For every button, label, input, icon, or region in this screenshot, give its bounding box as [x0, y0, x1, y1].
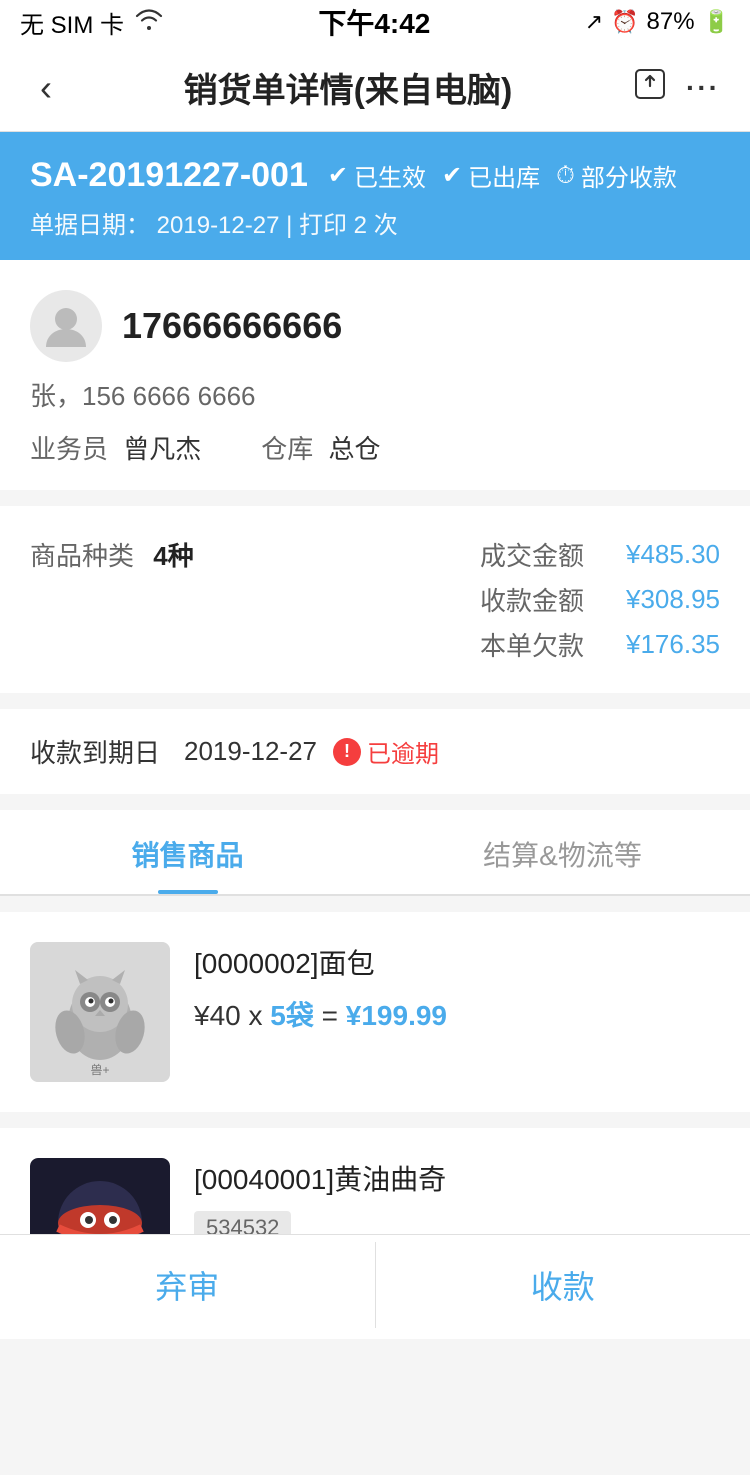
status-bar: 无 SIM 卡 下午4:42 ↗ ⏰ 87% 🔋 [0, 0, 750, 44]
badge-shipped: ✔ 已出库 [442, 158, 540, 193]
overdue-badge: ! 已逾期 [333, 734, 439, 769]
order-id: SA-20191227-001 [30, 156, 308, 195]
product-price-1: ¥40 x 5袋 = ¥199.99 [194, 994, 720, 1034]
bottom-spacer [0, 1355, 750, 1475]
stats-right: 成交金额 ¥485.30 收款金额 ¥308.95 本单欠款 ¥176.35 [480, 536, 720, 663]
customer-name-phone: 张，156 6666 6666 [30, 376, 720, 413]
price-x-1: x [249, 1000, 271, 1031]
product-name-2: [00040001]黄油曲奇 [194, 1158, 720, 1198]
tab-products[interactable]: 销售商品 [0, 810, 375, 894]
type-label: 商品种类 [30, 541, 134, 571]
battery-icon: 🔋 [703, 9, 730, 35]
share-button[interactable] [634, 68, 666, 108]
price-total-1: ¥199.99 [346, 1000, 447, 1031]
tab-settlement[interactable]: 结算&物流等 [375, 810, 750, 894]
stats-left: 商品种类 4种 [30, 536, 194, 573]
battery-label: 87% [647, 8, 695, 36]
more-button[interactable]: ··· [686, 72, 720, 104]
nav-bar: ‹ 销货单详情(来自电脑) ··· [0, 44, 750, 132]
date-value: 2019-12-27 [157, 212, 280, 239]
amount-label: 成交金额 [480, 536, 584, 573]
amount-value: ¥485.30 [600, 539, 720, 570]
sales-info: 业务员 曾凡杰 [30, 429, 201, 466]
customer-avatar [30, 290, 102, 362]
badge-shipped-label: 已出库 [468, 158, 540, 193]
overdue-label: 已逾期 [367, 734, 439, 769]
debt-value: ¥176.35 [600, 629, 720, 660]
sales-person: 曾凡杰 [123, 434, 201, 464]
badge-partial: ⏱ 部分收款 [556, 158, 677, 193]
product-card-1: 兽+ [0000002]面包 ¥40 x 5袋 = ¥199.99 [0, 912, 750, 1112]
page-title: 销货单详情(来自电脑) [184, 63, 513, 112]
order-badges: ✔ 已生效 ✔ 已出库 ⏱ 部分收款 [328, 158, 677, 193]
customer-meta: 业务员 曾凡杰 仓库 总仓 [30, 429, 720, 466]
location-icon: ↗ [585, 9, 603, 35]
status-time: 下午4:42 [318, 2, 430, 42]
product-image-1: 兽+ [30, 942, 170, 1082]
type-count: 4种 [153, 541, 193, 571]
price-base-1: ¥40 [194, 1000, 241, 1031]
badge-active-label: 已生效 [354, 158, 426, 193]
customer-top: 17666666666 [30, 290, 720, 362]
carrier-label: 无 SIM 卡 [20, 5, 124, 40]
due-label: 收款到期日 [30, 733, 160, 770]
nav-actions: ··· [634, 68, 720, 108]
sales-label: 业务员 [30, 434, 108, 464]
price-qty-1: 5袋 [270, 1000, 314, 1031]
customer-section: 17666666666 张，156 6666 6666 业务员 曾凡杰 仓库 总… [0, 260, 750, 490]
received-label: 收款金额 [480, 581, 584, 618]
overdue-icon: ! [333, 738, 361, 766]
bottom-bar: 弃审 收款 [0, 1234, 750, 1334]
order-header-top: SA-20191227-001 ✔ 已生效 ✔ 已出库 ⏱ 部分收款 [30, 156, 720, 195]
due-section: 收款到期日 2019-12-27 ! 已逾期 [0, 709, 750, 794]
alarm-icon: ⏰ [611, 9, 638, 35]
status-left: 无 SIM 卡 [20, 5, 164, 40]
badge-partial-label: 部分收款 [581, 158, 677, 193]
warehouse-value: 总仓 [329, 434, 381, 464]
clock-icon: ⏱ [556, 162, 575, 190]
print-info: | 打印 2 次 [286, 212, 398, 239]
status-right: ↗ ⏰ 87% 🔋 [585, 8, 730, 36]
date-label: 单据日期： [30, 212, 150, 239]
check-icon-1: ✔ [328, 161, 348, 190]
back-button[interactable]: ‹ [30, 57, 62, 119]
tab-products-label: 销售商品 [131, 840, 243, 871]
price-eq-1: = [322, 1000, 346, 1031]
collect-button[interactable]: 收款 [376, 1242, 750, 1328]
svg-text:兽+: 兽+ [90, 1063, 109, 1077]
debt-row: 本单欠款 ¥176.35 [480, 626, 720, 663]
badge-active: ✔ 已生效 [328, 158, 426, 193]
product-name-1: [0000002]面包 [194, 942, 720, 982]
stats-section: 商品种类 4种 成交金额 ¥485.30 收款金额 ¥308.95 本单欠款 ¥… [0, 506, 750, 693]
received-row: 收款金额 ¥308.95 [480, 581, 720, 618]
warehouse-info: 仓库 总仓 [261, 429, 380, 466]
wifi-icon [134, 8, 164, 37]
products-list: 兽+ [0000002]面包 ¥40 x 5袋 = ¥199.99 [0, 912, 750, 1475]
reject-button[interactable]: 弃审 [0, 1242, 376, 1328]
received-value: ¥308.95 [600, 584, 720, 615]
tabs-section: 销售商品 结算&物流等 [0, 810, 750, 896]
order-date: 单据日期： 2019-12-27 | 打印 2 次 [30, 205, 720, 240]
debt-label: 本单欠款 [480, 626, 584, 663]
warehouse-label: 仓库 [261, 434, 313, 464]
customer-phone: 17666666666 [122, 305, 342, 347]
order-header: SA-20191227-001 ✔ 已生效 ✔ 已出库 ⏱ 部分收款 单据日期：… [0, 132, 750, 260]
check-icon-2: ✔ [442, 161, 462, 190]
amount-row: 成交金额 ¥485.30 [480, 536, 720, 573]
product-info-1: [0000002]面包 ¥40 x 5袋 = ¥199.99 [194, 942, 720, 1034]
tab-settlement-label: 结算&物流等 [483, 840, 642, 871]
due-date: 2019-12-27 [184, 736, 317, 767]
